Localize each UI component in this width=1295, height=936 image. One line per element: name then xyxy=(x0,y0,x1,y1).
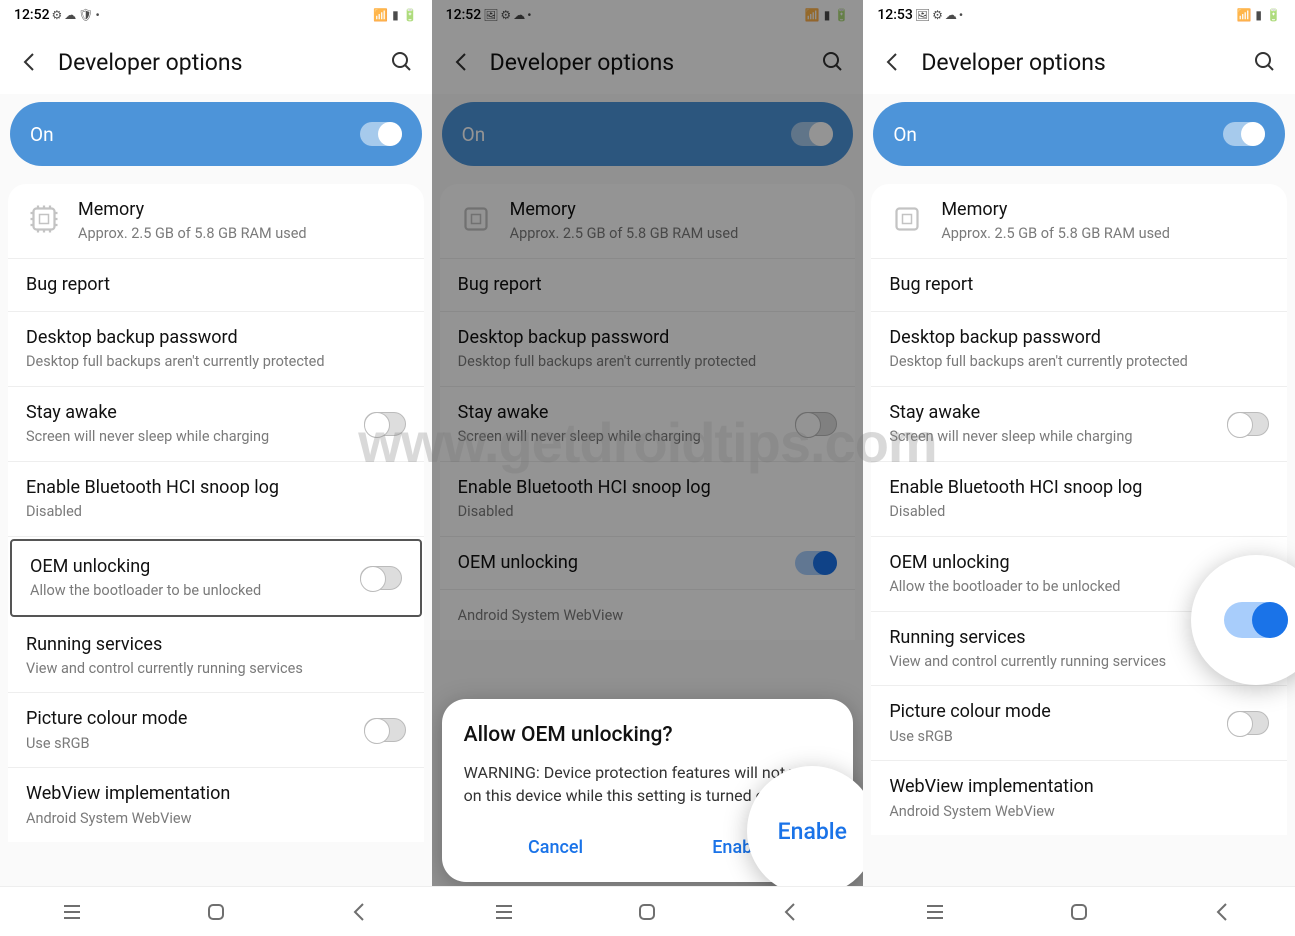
navbar xyxy=(0,886,432,936)
search-icon[interactable] xyxy=(1253,50,1277,74)
home-button[interactable] xyxy=(204,900,228,924)
master-label: On xyxy=(893,123,1223,146)
dot-icon: • xyxy=(959,8,963,22)
picture-toggle[interactable] xyxy=(364,718,406,742)
recents-button[interactable] xyxy=(492,900,516,924)
bug-report-row[interactable]: Bug report xyxy=(871,259,1287,312)
picture-colour-row[interactable]: Picture colour modeUse sRGB xyxy=(871,686,1287,761)
memory-sub: Approx. 2.5 GB of 5.8 GB RAM used xyxy=(78,224,406,244)
navbar xyxy=(863,886,1295,936)
oem-toggle[interactable] xyxy=(360,566,402,590)
nav-back-button[interactable] xyxy=(1211,900,1235,924)
stay-awake-toggle[interactable] xyxy=(364,412,406,436)
image-icon: 🖼 xyxy=(915,8,930,22)
master-toggle-row[interactable]: On xyxy=(873,102,1285,166)
zoom-enable-label: Enable xyxy=(778,818,847,845)
chip-icon xyxy=(889,201,925,237)
memory-row[interactable]: Memory Approx. 2.5 GB of 5.8 GB RAM used xyxy=(8,184,424,259)
memory-row[interactable]: Memory Approx. 2.5 GB of 5.8 GB RAM used xyxy=(871,184,1287,259)
battery-icon: 🔋 xyxy=(1266,8,1281,22)
search-icon[interactable] xyxy=(390,50,414,74)
master-label: On xyxy=(30,123,360,146)
home-button[interactable] xyxy=(635,900,659,924)
stay-awake-row[interactable]: Stay awake Screen will never sleep while… xyxy=(8,387,424,462)
memory-title: Memory xyxy=(78,198,406,222)
hci-row[interactable]: Enable Bluetooth HCI snoop log Disabled xyxy=(8,462,424,537)
gear-icon: ⚙ xyxy=(52,8,63,22)
backup-title: Desktop backup password xyxy=(26,326,406,350)
back-icon[interactable] xyxy=(18,50,42,74)
signal-icon: ▮ xyxy=(1255,8,1262,22)
recents-button[interactable] xyxy=(923,900,947,924)
master-toggle[interactable] xyxy=(1223,122,1265,146)
hci-title: Enable Bluetooth HCI snoop log xyxy=(26,476,406,500)
page-title: Developer options xyxy=(921,49,1253,76)
run-title: Running services xyxy=(26,633,406,657)
memory-sub: Approx. 2.5 GB of 5.8 GB RAM used xyxy=(941,224,1269,244)
phone-screen-1: 12:52 ⚙ ☁ 🛡 • 📶 ▮ 🔋 Developer options On… xyxy=(0,0,432,936)
cancel-button[interactable]: Cancel xyxy=(464,825,648,870)
bug-report-row[interactable]: Bug report xyxy=(8,259,424,312)
master-toggle[interactable] xyxy=(360,122,402,146)
webview-row[interactable]: WebView implementationAndroid System Web… xyxy=(871,761,1287,835)
dot-icon: • xyxy=(96,8,100,22)
run-sub: View and control currently running servi… xyxy=(26,659,406,679)
memory-title: Memory xyxy=(941,198,1269,222)
chip-icon xyxy=(26,201,62,237)
pic-title: Picture colour mode xyxy=(26,707,364,731)
statusbar: 12:53 🖼 ⚙ ☁ • 📶 ▮ 🔋 xyxy=(863,0,1295,30)
nav-back-button[interactable] xyxy=(779,900,803,924)
phone-screen-2: 12:52 🖼 ⚙ ☁ • 📶 ▮ 🔋 Developer options On… xyxy=(432,0,864,936)
hci-sub: Disabled xyxy=(26,502,406,522)
oem-sub: Allow the bootloader to be unlocked xyxy=(30,581,360,601)
oem-title: OEM unlocking xyxy=(30,555,360,579)
page-title: Developer options xyxy=(58,49,390,76)
phone-screen-3: 12:53 🖼 ⚙ ☁ • 📶 ▮ 🔋 Developer options On… xyxy=(863,0,1295,936)
bug-title: Bug report xyxy=(26,273,406,297)
picture-colour-row[interactable]: Picture colour mode Use sRGB xyxy=(8,693,424,768)
wifi-icon: 📶 xyxy=(373,8,388,22)
backup-sub: Desktop full backups aren't currently pr… xyxy=(26,352,406,372)
zoom-highlight: Enable xyxy=(747,766,863,896)
signal-icon: ▮ xyxy=(392,8,399,22)
webview-row[interactable]: WebView implementation Android System We… xyxy=(8,768,424,842)
appbar: Developer options xyxy=(863,30,1295,94)
dialog-title: Allow OEM unlocking? xyxy=(464,723,832,747)
wifi-icon: 📶 xyxy=(1236,8,1251,22)
oem-unlocking-row[interactable]: OEM unlocking Allow the bootloader to be… xyxy=(10,539,422,617)
shield-icon: 🛡 xyxy=(78,8,93,22)
nav-back-button[interactable] xyxy=(348,900,372,924)
stay-sub: Screen will never sleep while charging xyxy=(26,427,364,447)
cloud-icon: ☁ xyxy=(64,8,76,22)
backup-row[interactable]: Desktop backup passwordDesktop full back… xyxy=(871,312,1287,387)
web-sub: Android System WebView xyxy=(26,809,406,829)
hci-row[interactable]: Enable Bluetooth HCI snoop logDisabled xyxy=(871,462,1287,537)
clock: 12:53 xyxy=(877,7,913,23)
battery-icon: 🔋 xyxy=(403,8,418,22)
home-button[interactable] xyxy=(1067,900,1091,924)
appbar: Developer options xyxy=(0,30,432,94)
clock: 12:52 xyxy=(14,7,50,23)
stay-awake-row[interactable]: Stay awakeScreen will never sleep while … xyxy=(871,387,1287,462)
back-icon[interactable] xyxy=(881,50,905,74)
web-title: WebView implementation xyxy=(26,782,406,806)
cloud-icon: ☁ xyxy=(945,8,957,22)
stay-title: Stay awake xyxy=(26,401,364,425)
gear-icon: ⚙ xyxy=(932,8,943,22)
recents-button[interactable] xyxy=(60,900,84,924)
backup-row[interactable]: Desktop backup password Desktop full bac… xyxy=(8,312,424,387)
running-services-row[interactable]: Running services View and control curren… xyxy=(8,619,424,694)
picture-toggle[interactable] xyxy=(1227,711,1269,735)
pic-sub: Use sRGB xyxy=(26,734,364,754)
oem-toggle-zoom xyxy=(1224,602,1288,638)
navbar xyxy=(432,886,864,936)
stay-awake-toggle[interactable] xyxy=(1227,412,1269,436)
master-toggle-row[interactable]: On xyxy=(10,102,422,166)
statusbar: 12:52 ⚙ ☁ 🛡 • 📶 ▮ 🔋 xyxy=(0,0,432,30)
